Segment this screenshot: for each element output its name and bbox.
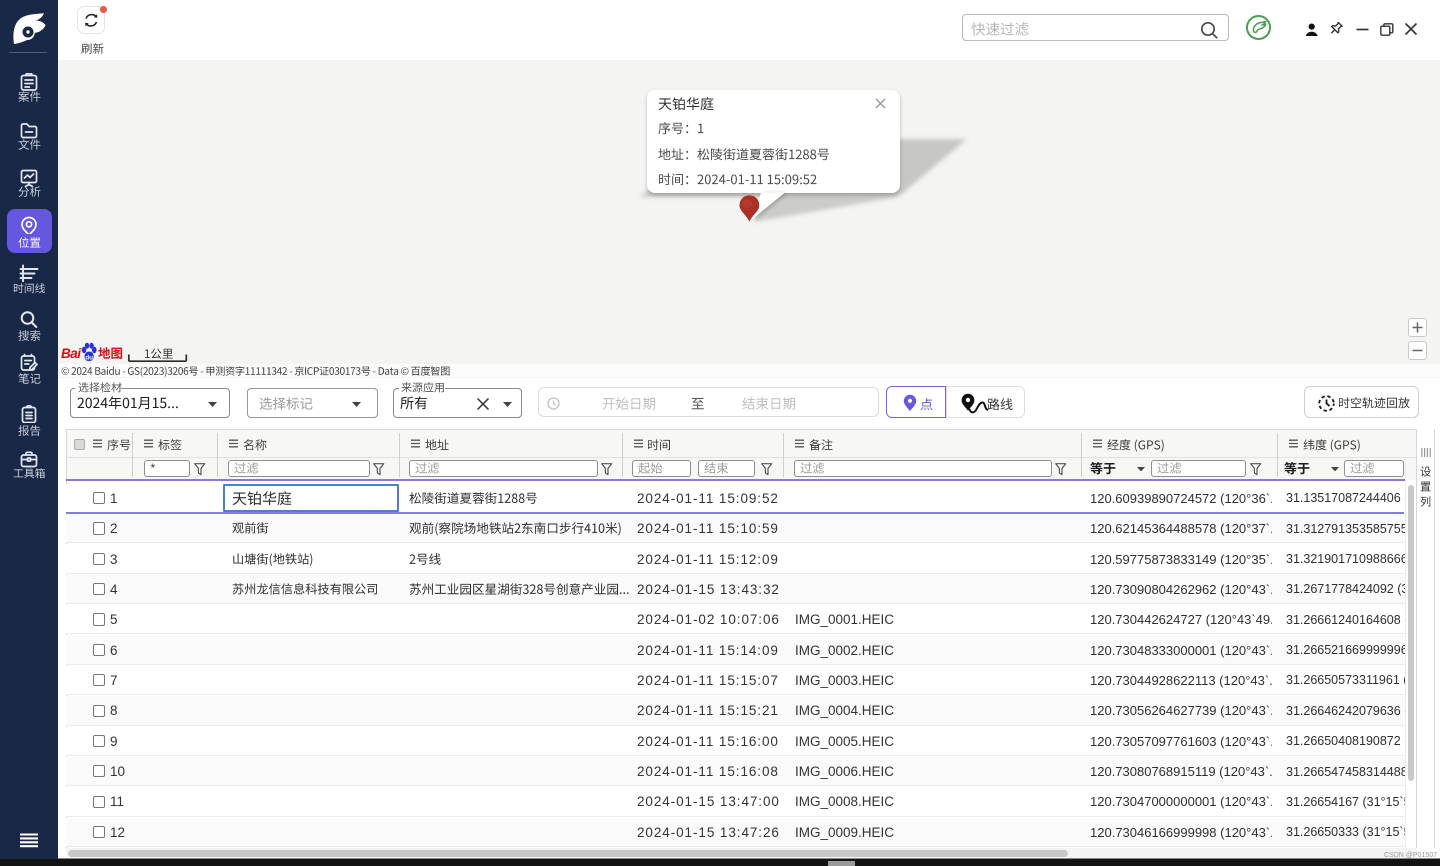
svg-text:du: du	[85, 354, 93, 361]
